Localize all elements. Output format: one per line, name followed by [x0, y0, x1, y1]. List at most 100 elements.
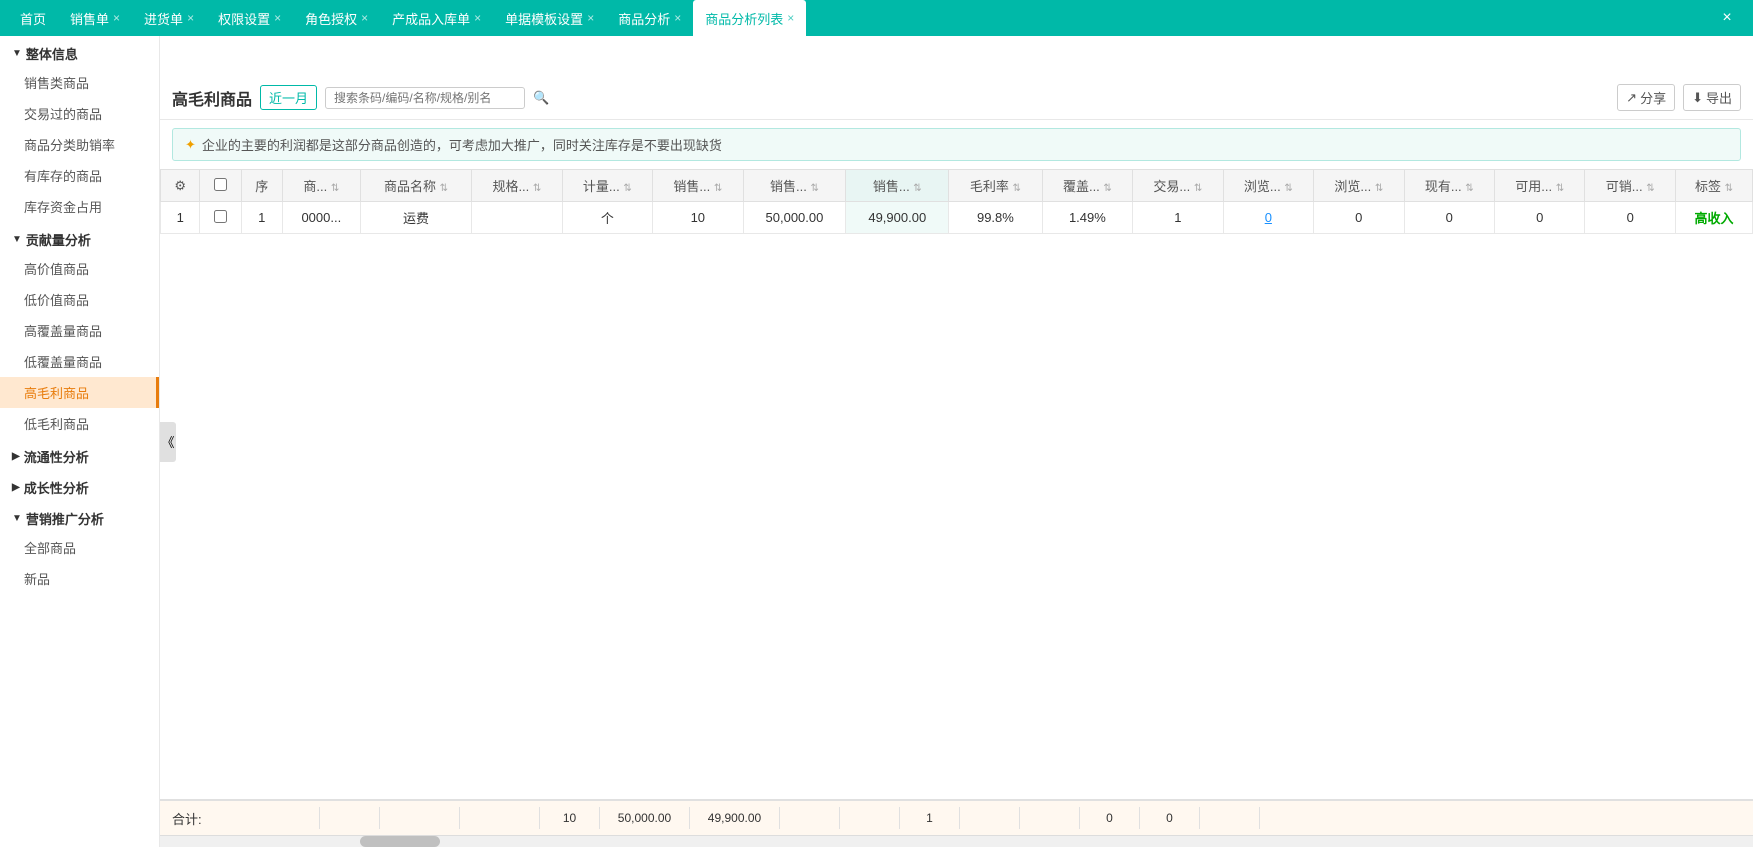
- nav-sales[interactable]: 销售单 ×: [58, 0, 132, 36]
- sidebar-group-marketing[interactable]: ▼ 营销推广分析: [0, 501, 159, 532]
- sidebar-group-growth[interactable]: ▶ 成长性分析: [0, 470, 159, 501]
- cell-sale-stock: 0: [1585, 202, 1675, 234]
- col-grossrate[interactable]: 毛利率 ⇅: [949, 170, 1042, 202]
- header-actions: ↗ 分享 ⬇ 导出: [1617, 84, 1741, 111]
- nav-product-analysis[interactable]: 商品分析 ×: [606, 0, 693, 36]
- table-wrapper: ⚙ 序 商... ⇅ 商品名称 ⇅ 规格... ⇅ 计量... ⇅ 销售... …: [160, 169, 1753, 799]
- nav-analysis-list[interactable]: 商品分析列表 ×: [693, 0, 806, 36]
- footer-saleamt: 50,000.00: [600, 807, 690, 829]
- nav-analysis-list-close[interactable]: ×: [787, 11, 794, 25]
- export-button[interactable]: ⬇ 导出: [1683, 84, 1741, 111]
- footer-empty1: [280, 807, 320, 829]
- col-name[interactable]: 商品名称 ⇅: [360, 170, 471, 202]
- nav-permission-close[interactable]: ×: [274, 11, 281, 25]
- arrow-growth: ▶: [12, 482, 20, 493]
- footer-cells: 10 50,000.00 49,900.00 1 0 0: [280, 807, 1753, 829]
- arrow-marketing: ▼: [12, 513, 22, 524]
- footer-empty3: [380, 807, 460, 829]
- sidebar-item-new-goods[interactable]: 新品: [0, 563, 159, 594]
- col-spec[interactable]: 规格... ⇅: [472, 170, 562, 202]
- share-icon: ↗: [1626, 90, 1637, 106]
- window-close-btn[interactable]: ×: [1709, 0, 1745, 36]
- bottom-scrollbar[interactable]: [160, 835, 1753, 847]
- search-button[interactable]: 🔍: [533, 89, 549, 106]
- nav-template[interactable]: 单据模板设置 ×: [493, 0, 606, 36]
- footer-salecost: 49,900.00: [690, 807, 780, 829]
- table-row: 1 1 0000... 运费 个 10 50,000.00 49,900.00 …: [161, 202, 1753, 234]
- sidebar-item-in-stock[interactable]: 有库存的商品: [0, 160, 159, 191]
- cell-checkbox[interactable]: [200, 202, 241, 234]
- main-layout: ▼ 整体信息 销售类商品 交易过的商品 商品分类助销率 有库存的商品 库存资金占…: [0, 36, 1753, 847]
- sidebar-item-stock-capital[interactable]: 库存资金占用: [0, 191, 159, 222]
- sidebar-group-contribution[interactable]: ▼ 贡献量分析: [0, 222, 159, 253]
- col-salecost[interactable]: 销售... ⇅: [846, 170, 949, 202]
- period-btn-1month[interactable]: 近一月: [260, 85, 317, 110]
- col-code[interactable]: 商... ⇅: [282, 170, 360, 202]
- cell-current-stock: 0: [1404, 202, 1494, 234]
- nav-permission[interactable]: 权限设置 ×: [206, 0, 293, 36]
- col-unit[interactable]: 计量... ⇅: [562, 170, 652, 202]
- cell-salecost: 49,900.00: [846, 202, 949, 234]
- top-nav-right: ×: [1709, 0, 1745, 36]
- col-coverage[interactable]: 覆盖... ⇅: [1042, 170, 1132, 202]
- nav-template-close[interactable]: ×: [587, 11, 594, 25]
- nav-role[interactable]: 角色授权 ×: [293, 0, 380, 36]
- sidebar-item-traded-goods[interactable]: 交易过的商品: [0, 98, 159, 129]
- nav-sales-close[interactable]: ×: [113, 11, 120, 25]
- nav-purchase[interactable]: 进货单 ×: [132, 0, 206, 36]
- sidebar-item-category-rate[interactable]: 商品分类助销率: [0, 129, 159, 160]
- col-tag[interactable]: 标签 ⇅: [1675, 170, 1752, 202]
- sidebar-item-all-goods[interactable]: 全部商品: [0, 532, 159, 563]
- footer-empty4: [460, 807, 540, 829]
- export-icon: ⬇: [1692, 90, 1703, 106]
- cell-seq2: 1: [241, 202, 282, 234]
- footer-browse1: [960, 807, 1020, 829]
- footer-avail-stock: 0: [1140, 807, 1200, 829]
- col-avail-stock[interactable]: 可用... ⇅: [1494, 170, 1584, 202]
- sidebar: ▼ 整体信息 销售类商品 交易过的商品 商品分类助销率 有库存的商品 库存资金占…: [0, 36, 160, 847]
- select-all-checkbox[interactable]: [214, 178, 227, 191]
- sidebar-item-high-value[interactable]: 高价值商品: [0, 253, 159, 284]
- col-browse2[interactable]: 浏览... ⇅: [1314, 170, 1404, 202]
- share-button[interactable]: ↗ 分享: [1617, 84, 1675, 111]
- col-saleqty[interactable]: 销售... ⇅: [653, 170, 743, 202]
- info-icon: ✦: [185, 137, 196, 153]
- col-saleamt[interactable]: 销售... ⇅: [743, 170, 846, 202]
- sidebar-item-low-coverage[interactable]: 低覆盖量商品: [0, 346, 159, 377]
- cell-tag: 高收入: [1675, 202, 1752, 234]
- sidebar-item-low-gross[interactable]: 低毛利商品: [0, 408, 159, 439]
- sidebar-item-sales-goods[interactable]: 销售类商品: [0, 67, 159, 98]
- sidebar-item-high-gross[interactable]: 高毛利商品: [0, 377, 159, 408]
- footer-totals: 合计: 10 50,000.00 49,900.00 1 0 0: [160, 799, 1753, 835]
- nav-analysis-close[interactable]: ×: [674, 11, 681, 25]
- col-settings[interactable]: ⚙: [161, 170, 200, 202]
- sidebar-group-overall[interactable]: ▼ 整体信息: [0, 36, 159, 67]
- search-input[interactable]: [325, 87, 525, 109]
- footer-empty2: [320, 807, 380, 829]
- nav-home[interactable]: 首页: [8, 0, 58, 36]
- sidebar-item-low-value[interactable]: 低价值商品: [0, 284, 159, 315]
- sidebar-group-flow[interactable]: ▶ 流通性分析: [0, 439, 159, 470]
- cell-name: 运费: [360, 202, 471, 234]
- sidebar-collapse-btn[interactable]: 《: [160, 422, 176, 462]
- col-checkbox[interactable]: [200, 170, 241, 202]
- content-header: 高毛利商品 近一月 🔍 ↗ 分享 ⬇ 导出: [160, 76, 1753, 120]
- cell-coverage: 1.49%: [1042, 202, 1132, 234]
- footer-browse2: [1020, 807, 1080, 829]
- cell-browse1[interactable]: 0: [1223, 202, 1313, 234]
- cell-code: 0000...: [282, 202, 360, 234]
- col-browse1[interactable]: 浏览... ⇅: [1223, 170, 1313, 202]
- sidebar-item-high-coverage[interactable]: 高覆盖量商品: [0, 315, 159, 346]
- footer-current-stock: 0: [1080, 807, 1140, 829]
- col-current-stock[interactable]: 现有... ⇅: [1404, 170, 1494, 202]
- nav-product-close[interactable]: ×: [474, 11, 481, 25]
- cell-saleqty: 10: [653, 202, 743, 234]
- nav-product-in[interactable]: 产成品入库单 ×: [380, 0, 493, 36]
- page-title: 高毛利商品: [172, 86, 252, 110]
- col-sale-stock[interactable]: 可销... ⇅: [1585, 170, 1675, 202]
- nav-role-close[interactable]: ×: [361, 11, 368, 25]
- nav-purchase-close[interactable]: ×: [187, 11, 194, 25]
- col-trade[interactable]: 交易... ⇅: [1133, 170, 1223, 202]
- col-seq: 序: [241, 170, 282, 202]
- table-header-row: ⚙ 序 商... ⇅ 商品名称 ⇅ 规格... ⇅ 计量... ⇅ 销售... …: [161, 170, 1753, 202]
